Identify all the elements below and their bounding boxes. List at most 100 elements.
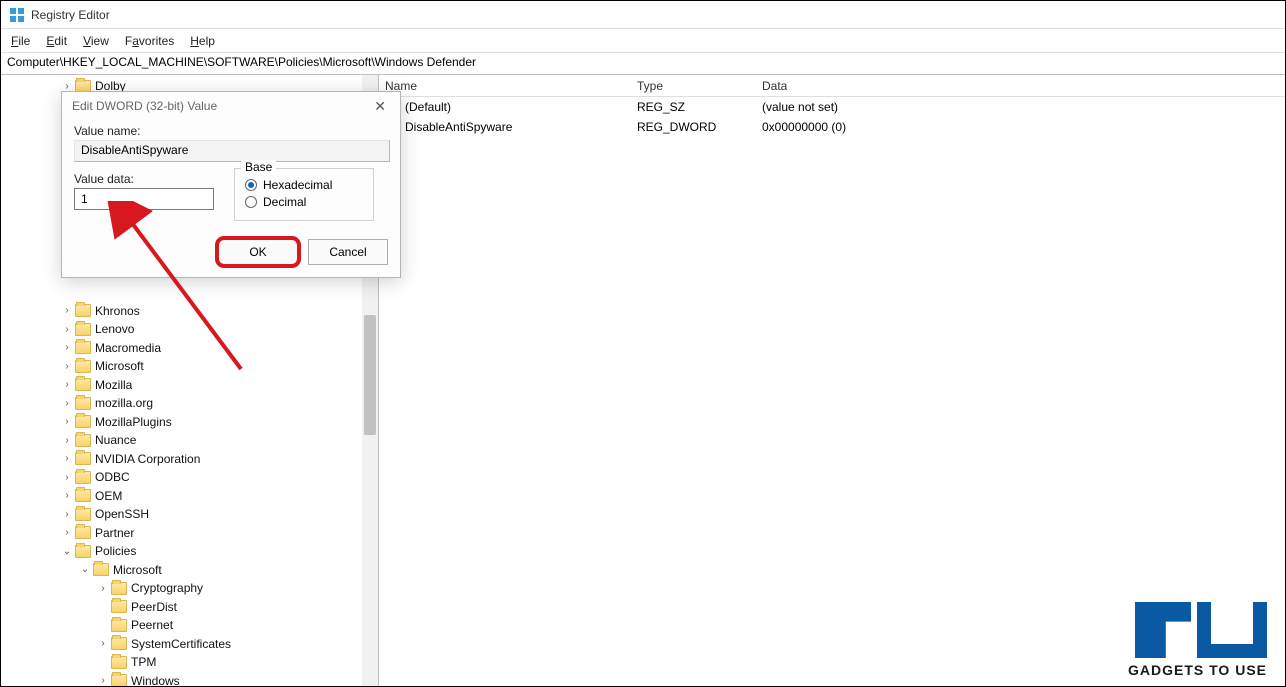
tree-item[interactable]: › Mozilla [1, 376, 378, 395]
base-legend: Base [241, 160, 276, 174]
list-header[interactable]: Name Type Data [379, 75, 1285, 97]
value-type: REG_SZ [637, 100, 762, 114]
value-name: (Default) [405, 100, 451, 114]
list-pane: Name Type Data ab(Default)REG_SZ(value n… [379, 75, 1285, 686]
tree-item-label: Peernet [131, 618, 173, 632]
folder-icon [75, 304, 91, 317]
watermark-glyph-g [1135, 602, 1191, 658]
title-bar: Registry Editor [1, 1, 1285, 29]
tree-item[interactable]: Peernet [1, 616, 378, 635]
chevron-right-icon[interactable]: › [61, 435, 73, 446]
tree-item[interactable]: ⌄ Microsoft [1, 561, 378, 580]
chevron-right-icon[interactable]: › [61, 453, 73, 464]
chevron-right-icon[interactable]: › [61, 472, 73, 483]
folder-icon [75, 489, 91, 502]
window-title: Registry Editor [31, 8, 110, 22]
tree-item-label: Macromedia [95, 341, 161, 355]
tree-item[interactable]: ›MozillaPlugins [1, 413, 378, 432]
value-data-input[interactable] [74, 188, 214, 210]
folder-icon [75, 545, 91, 558]
tree-item-label: TPM [131, 655, 156, 669]
address-bar[interactable]: Computer\HKEY_LOCAL_MACHINE\SOFTWARE\Pol… [1, 53, 1285, 75]
radio-hexadecimal[interactable]: Hexadecimal [245, 178, 363, 192]
folder-icon [93, 563, 109, 576]
tree-item[interactable]: ›ODBC [1, 468, 378, 487]
value-data-label: Value data: [74, 172, 214, 186]
tree-item[interactable]: › Windows [1, 672, 378, 687]
radio-dec-label: Decimal [263, 195, 306, 209]
tree-item[interactable]: › SystemCertificates [1, 635, 378, 654]
chevron-right-icon[interactable]: › [61, 527, 73, 538]
tree-item[interactable]: › Macromedia [1, 339, 378, 358]
tree-item[interactable]: ›Partner [1, 524, 378, 543]
menu-file[interactable]: File [11, 34, 30, 48]
col-header-name[interactable]: Name [379, 79, 637, 93]
tree-item[interactable]: TPM [1, 653, 378, 672]
tree-item[interactable]: ⌄Policies [1, 542, 378, 561]
tree-item[interactable]: › Cryptography [1, 579, 378, 598]
tree-item[interactable]: › OpenSSH [1, 505, 378, 524]
watermark-text: GADGETS TO USE [1128, 662, 1267, 678]
list-row[interactable]: ab(Default)REG_SZ(value not set) [379, 97, 1285, 117]
dialog-close-button[interactable]: ✕ [370, 98, 390, 115]
chevron-right-icon[interactable]: › [97, 675, 109, 686]
list-row[interactable]: 01DisableAntiSpywareREG_DWORD0x00000000 … [379, 117, 1285, 137]
tree-item-label: OpenSSH [95, 507, 149, 521]
menu-help[interactable]: Help [190, 34, 215, 48]
tree-item-label: Windows [131, 674, 180, 686]
ok-button[interactable]: OK [218, 239, 298, 265]
chevron-right-icon[interactable]: › [61, 509, 73, 520]
folder-icon [111, 637, 127, 650]
folder-icon [75, 397, 91, 410]
chevron-right-icon[interactable]: › [97, 638, 109, 649]
menu-view[interactable]: View [83, 34, 109, 48]
chevron-right-icon[interactable]: › [97, 583, 109, 594]
tree-item[interactable]: ›Lenovo [1, 320, 378, 339]
folder-icon [75, 415, 91, 428]
value-data: 0x00000000 (0) [762, 120, 1285, 134]
tree-item[interactable]: ›mozilla.org [1, 394, 378, 413]
radio-hex-label: Hexadecimal [263, 178, 332, 192]
chevron-right-icon[interactable]: › [61, 342, 73, 353]
tree-scrollbar-thumb[interactable] [364, 315, 376, 435]
chevron-right-icon[interactable]: › [61, 379, 73, 390]
tree-item[interactable]: › NVIDIA Corporation [1, 450, 378, 469]
menu-edit[interactable]: Edit [46, 34, 67, 48]
chevron-down-icon[interactable]: ⌄ [79, 564, 91, 575]
tree-item-label: PeerDist [131, 600, 177, 614]
tree-item-label: NVIDIA Corporation [95, 452, 200, 466]
dialog-titlebar[interactable]: Edit DWORD (32-bit) Value ✕ [62, 92, 400, 120]
folder-icon [111, 582, 127, 595]
col-header-type[interactable]: Type [637, 79, 762, 93]
chevron-right-icon[interactable]: › [61, 416, 73, 427]
folder-icon [75, 341, 91, 354]
watermark: GADGETS TO USE [1128, 602, 1267, 678]
radio-decimal[interactable]: Decimal [245, 195, 363, 209]
chevron-right-icon[interactable]: › [61, 324, 73, 335]
tree-item-label: SystemCertificates [131, 637, 231, 651]
tree-item-label: Microsoft [113, 563, 162, 577]
chevron-right-icon[interactable]: › [61, 398, 73, 409]
tree-item[interactable]: ›OEM [1, 487, 378, 506]
menu-favorites[interactable]: Favorites [125, 34, 174, 48]
col-header-data[interactable]: Data [762, 79, 1285, 93]
regedit-icon [9, 7, 25, 23]
cancel-button[interactable]: Cancel [308, 239, 388, 265]
chevron-right-icon[interactable]: › [61, 361, 73, 372]
tree-item-label: Mozilla [95, 378, 132, 392]
dialog-title-text: Edit DWORD (32-bit) Value [72, 99, 217, 113]
folder-icon [75, 471, 91, 484]
tree-item-label: Cryptography [131, 581, 203, 595]
tree-item[interactable]: PeerDist [1, 598, 378, 617]
value-name: DisableAntiSpyware [405, 120, 512, 134]
chevron-right-icon[interactable]: › [61, 305, 73, 316]
tree-item[interactable]: ›Khronos [1, 302, 378, 321]
tree-item[interactable]: ›Microsoft [1, 357, 378, 376]
watermark-glyph-u [1197, 602, 1267, 658]
tree-item[interactable]: › Nuance [1, 431, 378, 450]
tree-item-label: Nuance [95, 433, 136, 447]
chevron-right-icon[interactable]: › [61, 490, 73, 501]
chevron-down-icon[interactable]: ⌄ [61, 546, 73, 557]
radio-dec-indicator[interactable] [245, 196, 257, 208]
radio-hex-indicator[interactable] [245, 179, 257, 191]
